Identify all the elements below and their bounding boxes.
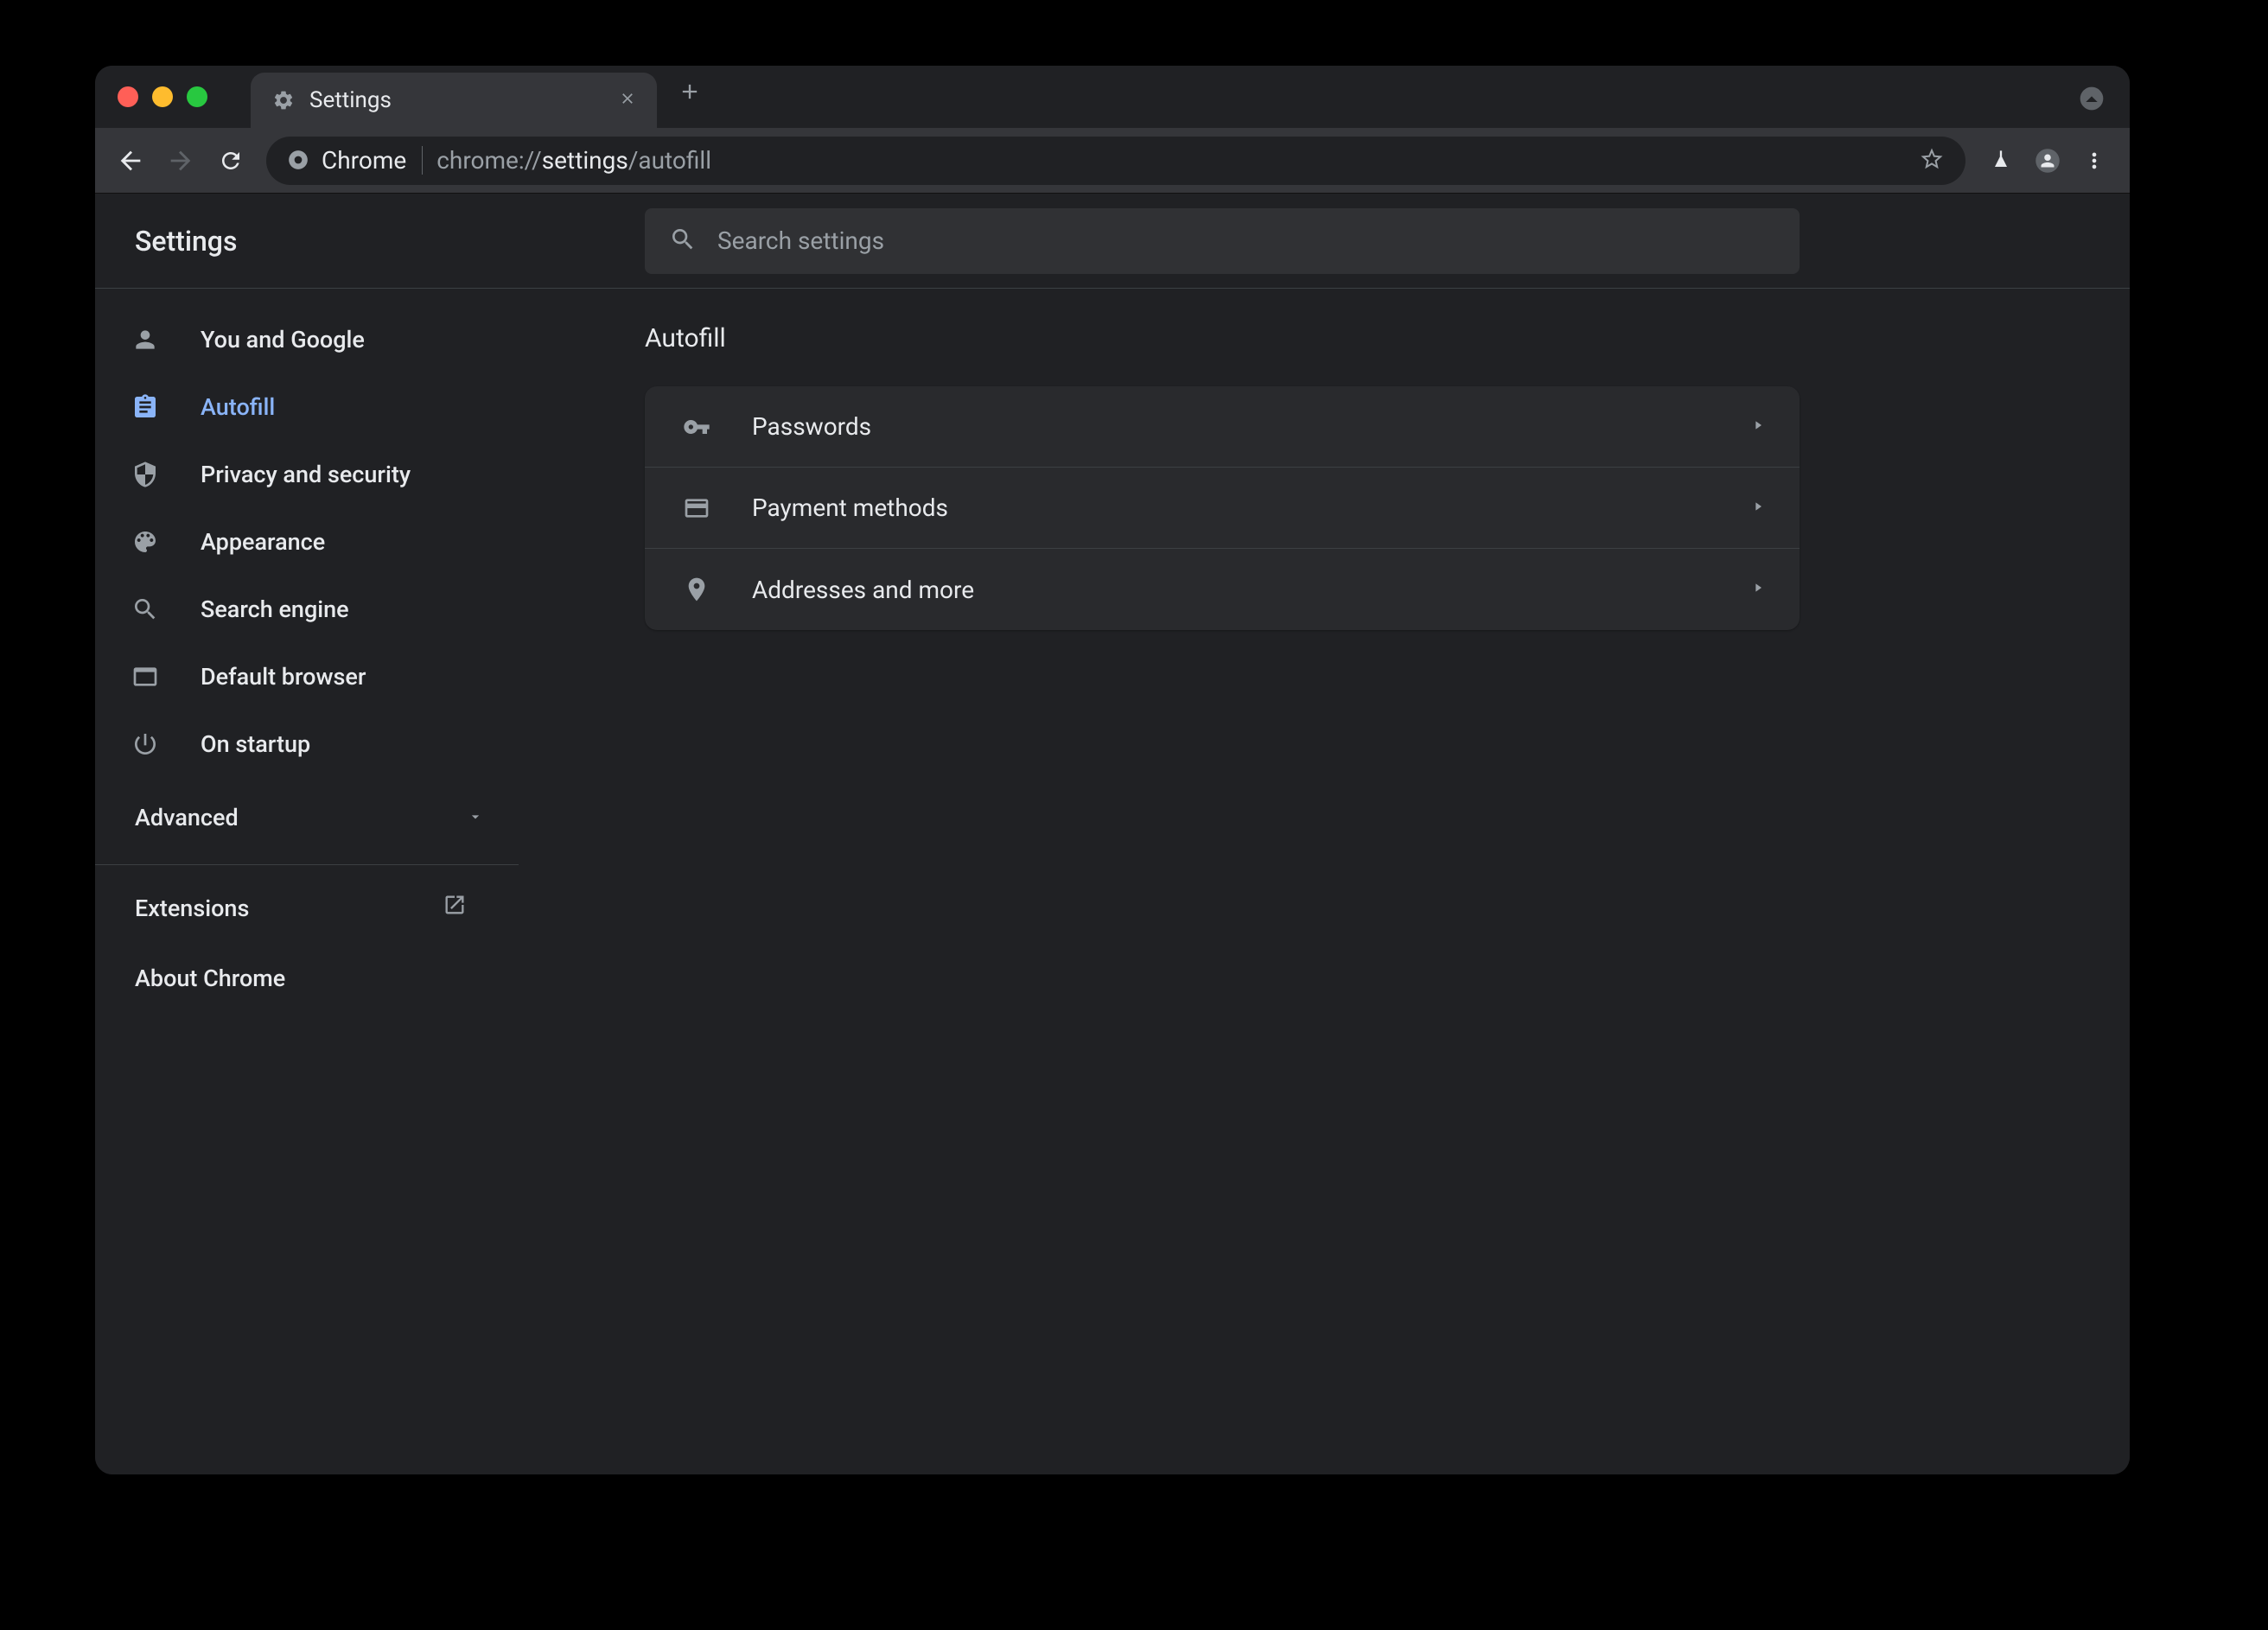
nav-label: Advanced	[135, 804, 239, 831]
chevron-right-icon	[1751, 418, 1765, 436]
nav-on-startup[interactable]: On startup	[95, 710, 519, 778]
url-host-label: Chrome	[322, 146, 406, 175]
nav-label: Autofill	[201, 393, 275, 421]
search-settings-input[interactable]	[717, 226, 1775, 255]
autofill-card: Passwords Payment methods Addresses and …	[645, 386, 1800, 630]
menu-button[interactable]	[2073, 139, 2116, 182]
nav-you-and-google[interactable]: You and Google	[95, 306, 519, 373]
nav-search-engine[interactable]: Search engine	[95, 576, 519, 643]
bookmark-star-button[interactable]	[1919, 146, 1945, 175]
chevron-right-icon	[1751, 500, 1765, 517]
url-text: chrome://settings/autofill	[422, 146, 722, 175]
browser-toolbar: Chrome chrome://settings/autofill	[95, 128, 2130, 194]
settings-main: Autofill Passwords Payment methods Addre…	[519, 194, 2130, 1474]
nav-label: Privacy and security	[201, 461, 411, 488]
row-passwords[interactable]: Passwords	[645, 386, 1800, 468]
labs-button[interactable]	[1979, 139, 2023, 182]
nav-label: Search engine	[201, 595, 349, 623]
clipboard-icon	[130, 392, 161, 423]
search-icon	[669, 226, 697, 257]
nav-label: Appearance	[201, 528, 325, 556]
browser-icon	[130, 661, 161, 692]
tab-title: Settings	[309, 87, 605, 113]
settings-sidebar: You and Google Autofill Privacy and secu…	[95, 194, 519, 1474]
browser-tab[interactable]: Settings	[251, 73, 657, 128]
gear-icon	[271, 88, 296, 112]
row-label: Addresses and more	[752, 576, 1751, 604]
person-icon	[130, 324, 161, 355]
shield-icon	[130, 459, 161, 490]
chevron-down-icon	[467, 804, 484, 831]
key-icon	[679, 413, 714, 441]
nav-default-browser[interactable]: Default browser	[95, 643, 519, 710]
row-payment-methods[interactable]: Payment methods	[645, 468, 1800, 549]
new-tab-button[interactable]	[669, 74, 710, 114]
nav-extensions[interactable]: Extensions	[95, 872, 519, 944]
row-label: Passwords	[752, 412, 1751, 441]
nav-label: About Chrome	[135, 965, 285, 992]
forward-button[interactable]	[159, 139, 202, 182]
back-button[interactable]	[109, 139, 152, 182]
search-settings-box[interactable]	[645, 208, 1800, 274]
nav-label: Extensions	[135, 895, 249, 922]
nav-label: Default browser	[201, 663, 366, 691]
settings-header: Settings	[95, 194, 2130, 289]
tab-strip: Settings	[95, 66, 2130, 128]
nav-appearance[interactable]: Appearance	[95, 508, 519, 576]
chevron-right-icon	[1751, 581, 1765, 598]
page-title: Settings	[95, 225, 631, 258]
chrome-icon	[287, 149, 311, 173]
window-controls	[118, 86, 207, 107]
settings-content: You and Google Autofill Privacy and secu…	[95, 194, 2130, 1474]
nav-autofill[interactable]: Autofill	[95, 373, 519, 441]
credit-card-icon	[679, 494, 714, 522]
palette-icon	[130, 526, 161, 557]
search-icon	[130, 594, 161, 625]
section-title: Autofill	[645, 323, 2130, 353]
row-label: Payment methods	[752, 493, 1751, 522]
window-close-button[interactable]	[118, 86, 138, 107]
address-bar[interactable]: Chrome chrome://settings/autofill	[266, 137, 1965, 185]
nav-about-chrome[interactable]: About Chrome	[95, 944, 519, 1013]
sidebar-divider	[95, 864, 519, 865]
location-icon	[679, 576, 714, 603]
power-icon	[130, 729, 161, 760]
profile-button[interactable]	[2026, 139, 2069, 182]
nav-label: You and Google	[201, 326, 365, 353]
nav-advanced[interactable]: Advanced	[95, 778, 519, 857]
nav-label: On startup	[201, 730, 310, 758]
toolbar-actions	[1979, 139, 2116, 182]
nav-privacy-security[interactable]: Privacy and security	[95, 441, 519, 508]
open-external-icon	[443, 893, 467, 923]
browser-window: Settings Chrome chrome://settings/aut	[95, 66, 2130, 1474]
row-addresses[interactable]: Addresses and more	[645, 549, 1800, 630]
reload-button[interactable]	[209, 139, 252, 182]
window-minimize-button[interactable]	[152, 86, 173, 107]
close-tab-button[interactable]	[619, 88, 636, 112]
window-maximize-button[interactable]	[187, 86, 207, 107]
incognito-icon[interactable]	[2078, 85, 2106, 112]
